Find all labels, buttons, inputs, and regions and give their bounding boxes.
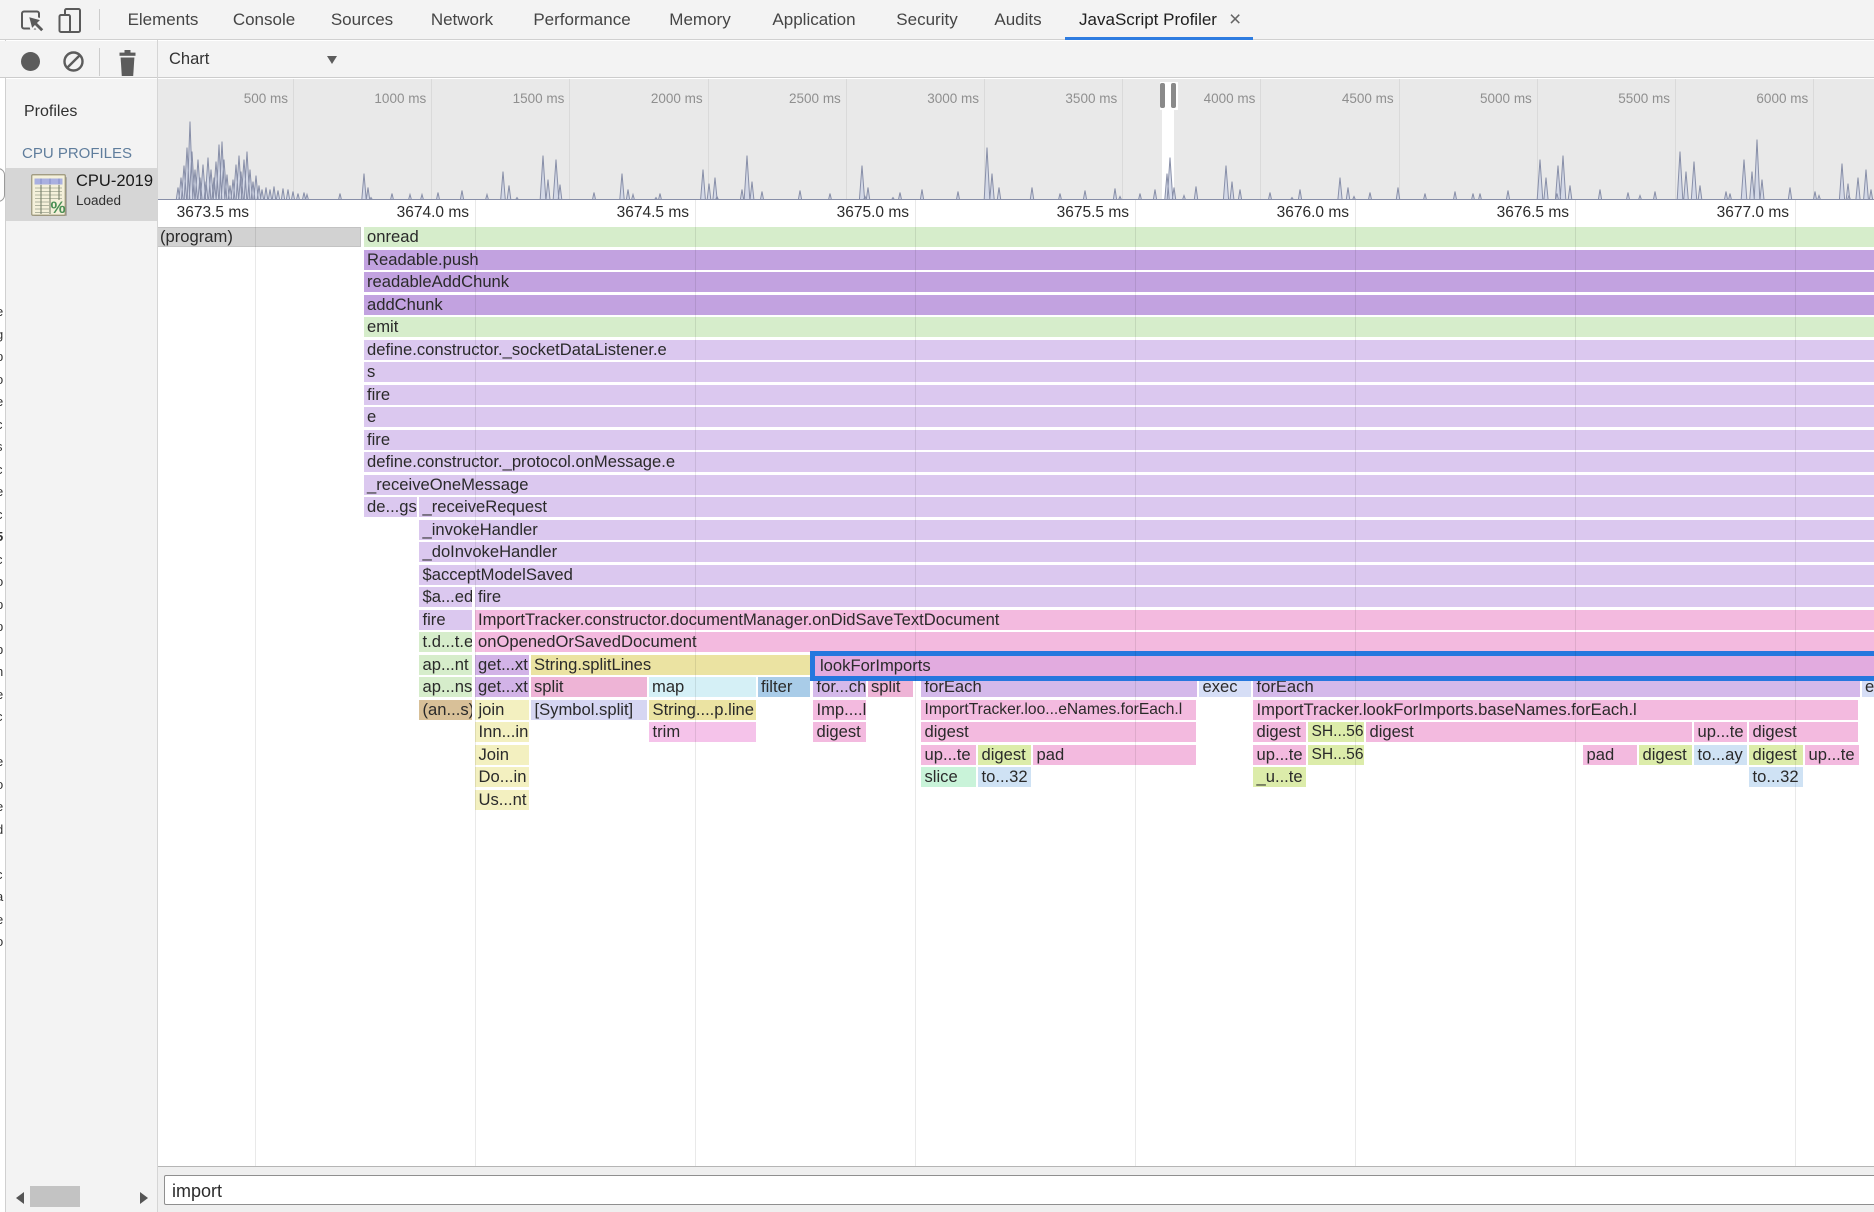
svg-text:%: % — [51, 198, 66, 217]
